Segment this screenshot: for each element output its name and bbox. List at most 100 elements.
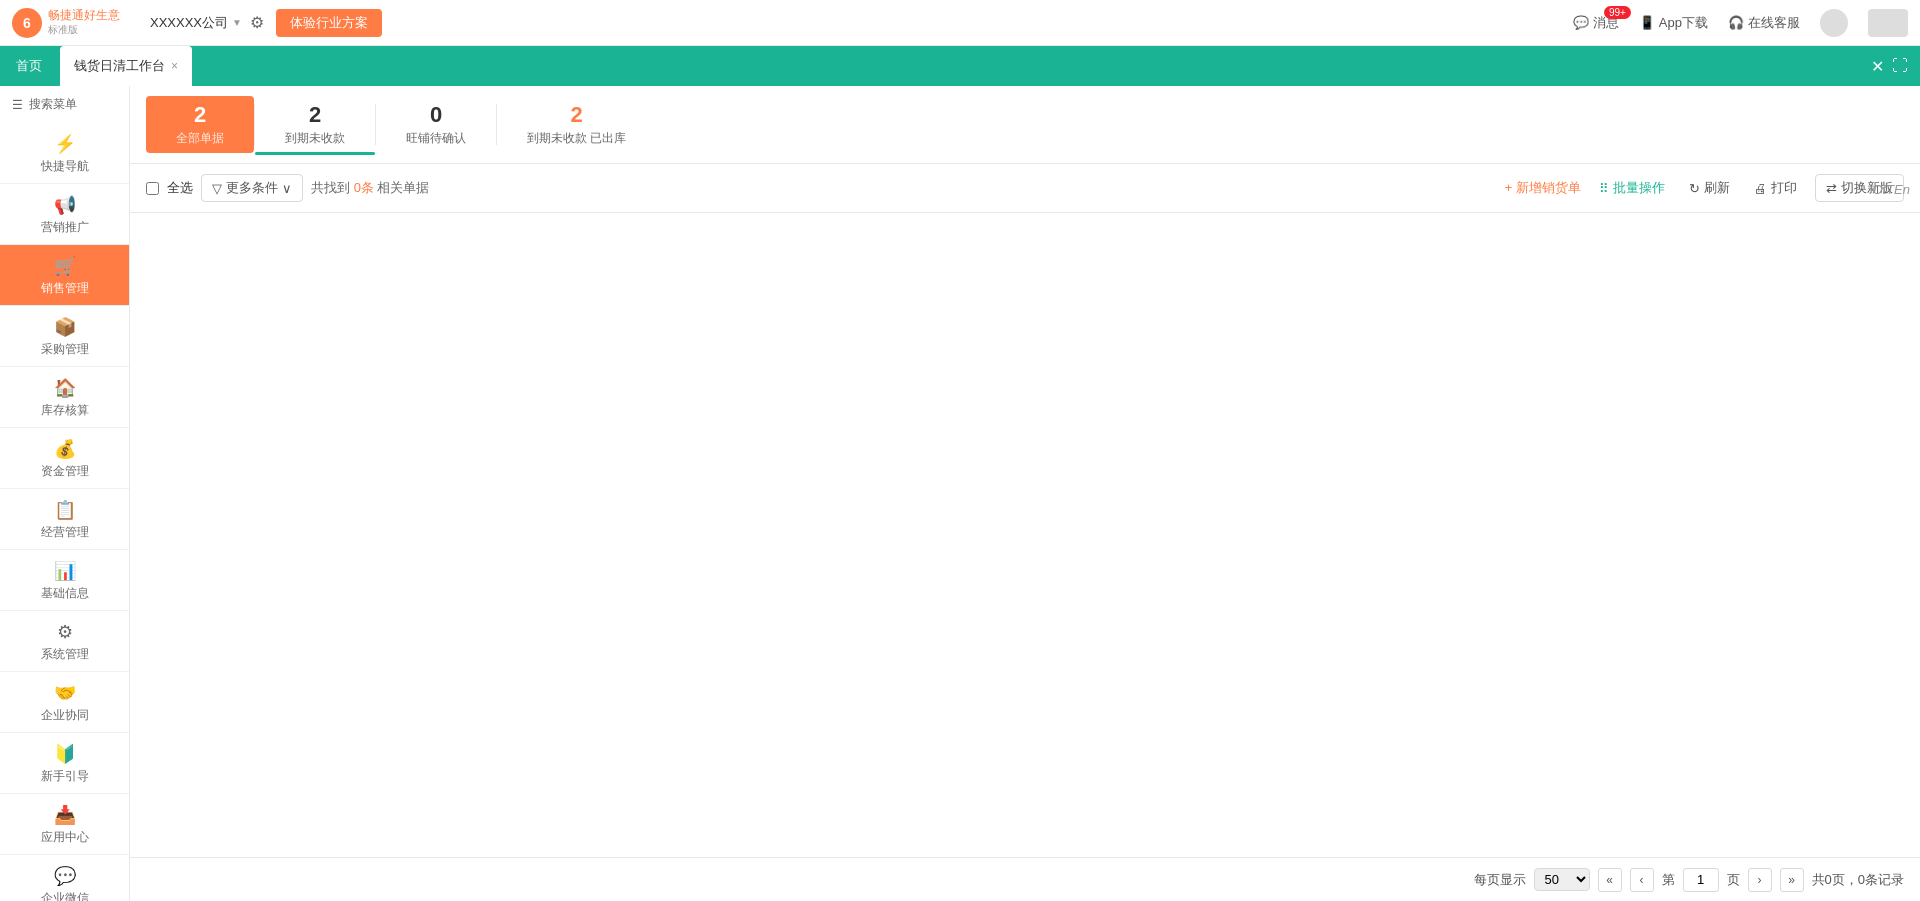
prev-page-btn[interactable]: ‹	[1630, 868, 1654, 892]
app-download-label: App下载	[1659, 14, 1708, 32]
sidebar-label-quick-nav: 快捷导航	[41, 158, 89, 175]
stat-wangpu-number: 0	[430, 102, 442, 128]
first-page-btn[interactable]: «	[1598, 868, 1622, 892]
online-service-label: 在线客服	[1748, 14, 1800, 32]
per-page-select[interactable]: 50 10 20 100	[1534, 868, 1590, 891]
sidebar-item-enterprise-coop[interactable]: 🤝 企业协同	[0, 672, 129, 733]
app-logo: 6 畅捷通好生意 标准版	[12, 8, 142, 38]
stat-unshipped-label: 到期未收款 已出库	[527, 130, 626, 147]
filter-button[interactable]: ▽ 更多条件 ∨	[201, 174, 303, 202]
stat-card-all[interactable]: 2 全部单据	[146, 96, 254, 153]
sidebar-item-quick-nav[interactable]: ⚡ 快捷导航	[0, 123, 129, 184]
table-area	[130, 213, 1920, 857]
window-expand-btn[interactable]: ⛶	[1892, 57, 1908, 76]
wechat-icon: 💬	[54, 865, 76, 887]
tab-active[interactable]: 钱货日清工作台 ×	[60, 46, 192, 86]
refresh-button[interactable]: ↻ 刷新	[1683, 175, 1736, 201]
online-service-item[interactable]: 🎧 在线客服	[1728, 14, 1800, 32]
sidebar-item-system[interactable]: ⚙ 系统管理	[0, 611, 129, 672]
switch-icon: ⇄	[1826, 181, 1837, 196]
sidebar-label-operations: 经营管理	[41, 524, 89, 541]
company-dropdown-arrow: ▼	[232, 17, 242, 28]
stat-card-wangpu[interactable]: 0 旺铺待确认	[376, 96, 496, 153]
main-content: 2 全部单据 2 到期未收款 0 旺铺待确认 2 到期未收款 已出库	[130, 86, 1920, 901]
sidebar-label-inventory: 库存核算	[41, 402, 89, 419]
sidebar-item-guide[interactable]: 🔰 新手引导	[0, 733, 129, 794]
last-page-btn[interactable]: »	[1780, 868, 1804, 892]
user-name-badge[interactable]	[1868, 9, 1908, 37]
toolbar-right: + 新增销货单 ⠿ 批量操作 ↻ 刷新 🖨 打印 ⇄ 切换新版	[1505, 174, 1904, 202]
sidebar-item-base-info[interactable]: 📊 基础信息	[0, 550, 129, 611]
sidebar-label-purchase: 采购管理	[41, 341, 89, 358]
sidebar-item-operations[interactable]: 📋 经营管理	[0, 489, 129, 550]
search-icon: ☰	[12, 98, 23, 112]
sidebar-label-sales: 销售管理	[41, 280, 89, 297]
new-order-button[interactable]: + 新增销货单	[1505, 179, 1581, 197]
filter-label: 更多条件	[226, 179, 278, 197]
sidebar-item-marketing[interactable]: 📢 营销推广	[0, 184, 129, 245]
app-badge: 标准版	[48, 23, 120, 37]
filter-icon: ▽	[212, 181, 222, 196]
sidebar-item-purchase[interactable]: 📦 采购管理	[0, 306, 129, 367]
often-badge: OfTEn	[1872, 182, 1910, 197]
tab-label: 钱货日清工作台	[74, 57, 165, 75]
sidebar-item-app-center[interactable]: 📥 应用中心	[0, 794, 129, 855]
sidebar-item-inventory[interactable]: 🏠 库存核算	[0, 367, 129, 428]
found-count: 0条	[354, 180, 374, 195]
stat-card-overdue[interactable]: 2 到期未收款	[255, 96, 375, 153]
found-text: 共找到 0条 相关单据	[311, 179, 429, 197]
operations-icon: 📋	[54, 499, 76, 521]
coop-icon: 🤝	[54, 682, 76, 704]
toolbar: 全选 ▽ 更多条件 ∨ 共找到 0条 相关单据 + 新增销货单 ⠿ 批量操作	[130, 164, 1920, 213]
sidebar-label-base-info: 基础信息	[41, 585, 89, 602]
sidebar-item-finance[interactable]: 💰 资金管理	[0, 428, 129, 489]
stat-card-unshipped[interactable]: 2 到期未收款 已出库	[497, 96, 656, 153]
sidebar-label-wechat: 企业微信	[41, 890, 89, 901]
batch-label: 批量操作	[1613, 179, 1665, 197]
topbar-right: 💬 消息 99+ 📱 App下载 🎧 在线客服	[1573, 9, 1908, 37]
system-icon: ⚙	[57, 621, 73, 643]
stat-unshipped-number: 2	[571, 102, 583, 128]
avatar[interactable]	[1820, 9, 1848, 37]
sidebar-label-system: 系统管理	[41, 646, 89, 663]
inventory-icon: 🏠	[54, 377, 76, 399]
sidebar-item-sales[interactable]: 🛒 销售管理	[0, 245, 129, 306]
page-number-input[interactable]	[1683, 868, 1719, 892]
guide-icon: 🔰	[54, 743, 76, 765]
print-label: 打印	[1771, 179, 1797, 197]
next-page-btn[interactable]: ›	[1748, 868, 1772, 892]
filter-chevron: ∨	[282, 181, 292, 196]
window-close-btn[interactable]: ✕	[1871, 57, 1884, 76]
trial-button[interactable]: 体验行业方案	[276, 9, 382, 37]
select-all-checkbox[interactable]	[146, 182, 159, 195]
settings-icon[interactable]: ⚙	[250, 13, 264, 32]
app-center-icon: 📥	[54, 804, 76, 826]
message-item[interactable]: 💬 消息 99+	[1573, 14, 1619, 32]
print-button[interactable]: 🖨 打印	[1748, 175, 1803, 201]
sidebar-item-wechat[interactable]: 💬 企业微信	[0, 855, 129, 901]
print-icon: 🖨	[1754, 181, 1767, 196]
app-download-item[interactable]: 📱 App下载	[1639, 14, 1708, 32]
sidebar-label-finance: 资金管理	[41, 463, 89, 480]
stats-row: 2 全部单据 2 到期未收款 0 旺铺待确认 2 到期未收款 已出库	[130, 86, 1920, 164]
refresh-label: 刷新	[1704, 179, 1730, 197]
company-selector[interactable]: XXXXXX公司 ▼	[150, 14, 242, 32]
tab-close-icon[interactable]: ×	[171, 59, 178, 73]
flash-icon: ⚡	[54, 133, 76, 155]
sidebar-search[interactable]: ☰ 搜索菜单	[0, 86, 129, 123]
stat-overdue-label: 到期未收款	[285, 130, 345, 147]
batch-op-button[interactable]: ⠿ 批量操作	[1593, 175, 1671, 201]
pagination: 每页显示 50 10 20 100 « ‹ 第 页 › » 共0页，0条记录	[130, 857, 1920, 901]
purchase-icon: 📦	[54, 316, 76, 338]
base-info-icon: 📊	[54, 560, 76, 582]
tab-home[interactable]: 首页	[0, 46, 58, 86]
found-suffix: 相关单据	[377, 180, 429, 195]
finance-icon: 💰	[54, 438, 76, 460]
sidebar: ☰ 搜索菜单 ⚡ 快捷导航 📢 营销推广 🛒 销售管理 📦 采购管理 🏠 库存核…	[0, 86, 130, 901]
stat-all-number: 2	[194, 102, 206, 128]
topbar: 6 畅捷通好生意 标准版 XXXXXX公司 ▼ ⚙ 体验行业方案 💬 消息 99…	[0, 0, 1920, 46]
message-badge: 99+	[1604, 6, 1631, 19]
toolbar-left: 全选 ▽ 更多条件 ∨ 共找到 0条 相关单据	[146, 174, 437, 202]
logo-icon: 6	[12, 8, 42, 38]
found-prefix: 共找到	[311, 180, 350, 195]
